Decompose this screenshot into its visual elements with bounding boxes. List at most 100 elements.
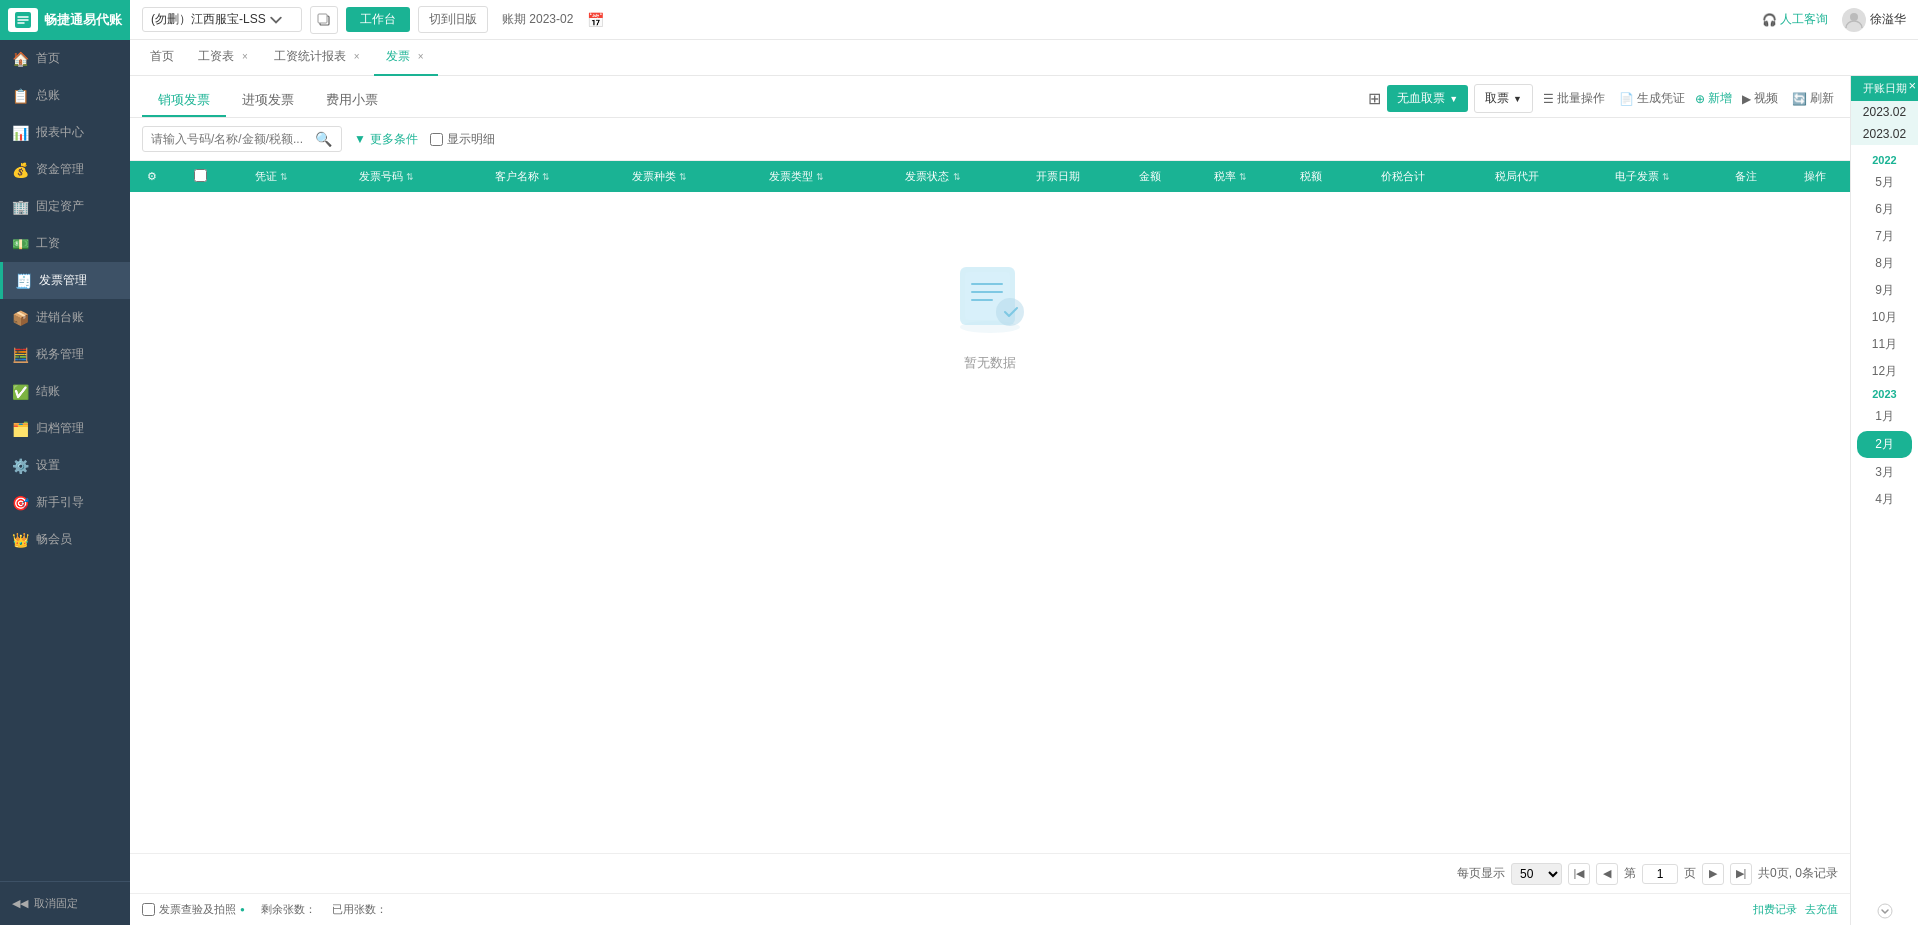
select-all-checkbox[interactable]	[194, 169, 207, 182]
app-logo: 畅捷通易代账	[0, 0, 130, 40]
display-detail-checkbox[interactable]: 显示明细	[430, 131, 495, 148]
sidebar-item-invoice[interactable]: 🧾 发票管理	[0, 262, 130, 299]
workbench-button[interactable]: 工作台	[346, 7, 410, 32]
search-icon[interactable]: 🔍	[315, 131, 332, 147]
video-button[interactable]: ▶ 视频	[1738, 90, 1782, 107]
col-customer[interactable]: 客户名称 ⇅	[454, 161, 591, 192]
subtab-sales-invoice[interactable]: 销项发票	[142, 85, 226, 117]
user-info[interactable]: 徐溢华	[1842, 8, 1906, 32]
tab-close-salary-report[interactable]: ×	[352, 51, 362, 62]
month-2023-2[interactable]: 2月	[1857, 431, 1912, 458]
sidebar-item-reports[interactable]: 📊 报表中心	[0, 114, 130, 151]
sidebar-item-funds[interactable]: 💰 资金管理	[0, 151, 130, 188]
sidebar-item-guide[interactable]: 🎯 新手引导	[0, 484, 130, 521]
last-page-button[interactable]: ▶|	[1730, 863, 1752, 885]
subtab-purchase-invoice[interactable]: 进项发票	[226, 85, 310, 117]
month-2023-4[interactable]: 4月	[1851, 486, 1918, 513]
next-page-button[interactable]: ▶	[1702, 863, 1724, 885]
month-2023-3[interactable]: 3月	[1851, 459, 1918, 486]
col-voucher[interactable]: 凭证 ⇅	[226, 161, 318, 192]
col-issue-date[interactable]: 开票日期	[1001, 161, 1115, 192]
month-2022-12[interactable]: 12月	[1851, 358, 1918, 385]
tab-close-invoice[interactable]: ×	[416, 51, 426, 62]
sidebar-item-salary[interactable]: 💵 工资	[0, 225, 130, 262]
col-tax-rate[interactable]: 税率 ⇅	[1185, 161, 1277, 192]
col-invoice-category[interactable]: 发票类型 ⇅	[728, 161, 865, 192]
sales-icon: 📦	[12, 310, 28, 326]
tab-salary-report[interactable]: 工资统计报表 ×	[262, 40, 374, 76]
month-2022-7[interactable]: 7月	[1851, 223, 1918, 250]
sidebar-item-sales[interactable]: 📦 进销台账	[0, 299, 130, 336]
scroll-down-icon[interactable]	[1851, 897, 1918, 925]
col-tax-bureau[interactable]: 税局代开	[1460, 161, 1574, 192]
sidebar-bottom: ◀◀ 取消固定	[0, 881, 130, 925]
month-2023-1[interactable]: 1月	[1851, 403, 1918, 430]
sidebar-item-archive[interactable]: 🗂️ 归档管理	[0, 410, 130, 447]
sidebar-collapse[interactable]: ◀◀ 取消固定	[8, 890, 122, 917]
switch-version-button[interactable]: 切到旧版	[418, 6, 488, 33]
verify-label-wrapper[interactable]: 发票查验及拍照 ●	[142, 902, 245, 917]
col-e-invoice[interactable]: 电子发票 ⇅	[1574, 161, 1711, 192]
refresh-button[interactable]: 🔄 刷新	[1788, 90, 1838, 107]
sidebar-item-ledger[interactable]: 📋 总账	[0, 77, 130, 114]
sidebar-item-home[interactable]: 🏠 首页	[0, 40, 130, 77]
search-input[interactable]	[151, 132, 311, 146]
col-invoice-status[interactable]: 发票状态 ⇅	[865, 161, 1002, 192]
first-page-button[interactable]: |◀	[1568, 863, 1590, 885]
tab-invoice[interactable]: 发票 ×	[374, 40, 438, 76]
calendar-icon[interactable]: 📅	[581, 6, 609, 34]
col-invoice-type[interactable]: 发票种类 ⇅	[591, 161, 728, 192]
display-detail-check[interactable]	[430, 133, 443, 146]
sidebar-item-assets[interactable]: 🏢 固定资产	[0, 188, 130, 225]
no-ticket-button[interactable]: 无血取票 ▼	[1387, 85, 1468, 112]
date-item-2023-02-b[interactable]: 2023.02	[1851, 123, 1918, 145]
panel-close-button[interactable]: ×	[1908, 78, 1916, 93]
per-page-select[interactable]: 50 10 20 100	[1511, 863, 1562, 885]
prev-page-button[interactable]: ◀	[1596, 863, 1618, 885]
date-panel: 开账日期 2023.02 2023.02 × 2022 5月 6月 7月 8月 …	[1850, 76, 1918, 925]
month-2022-11[interactable]: 11月	[1851, 331, 1918, 358]
svg-point-7	[996, 298, 1024, 326]
filter-more-button[interactable]: ▼ 更多条件	[354, 131, 418, 148]
col-checkbox[interactable]	[175, 161, 226, 192]
month-2022-5[interactable]: 5月	[1851, 169, 1918, 196]
copy-icon[interactable]	[310, 6, 338, 34]
sidebar-item-settings[interactable]: ⚙️ 设置	[0, 447, 130, 484]
month-2022-8[interactable]: 8月	[1851, 250, 1918, 277]
col-settings[interactable]: ⚙	[130, 161, 175, 192]
generate-cert-button[interactable]: 📄 生成凭证	[1615, 90, 1689, 107]
record-link[interactable]: 扣费记录	[1753, 902, 1797, 917]
col-action[interactable]: 操作	[1781, 161, 1850, 192]
col-remark[interactable]: 备注	[1711, 161, 1780, 192]
sidebar-item-close-accounts[interactable]: ✅ 结账	[0, 373, 130, 410]
sidebar-item-label: 设置	[36, 457, 60, 474]
sidebar-item-tax[interactable]: 🧮 税务管理	[0, 336, 130, 373]
support-link[interactable]: 🎧 人工客询	[1762, 11, 1828, 28]
sort-icon: ⇅	[679, 172, 687, 182]
grid-toggle-icon[interactable]: ⊞	[1368, 89, 1381, 108]
col-amount[interactable]: 金额	[1116, 161, 1185, 192]
col-total[interactable]: 价税合计	[1346, 161, 1460, 192]
company-selector[interactable]: (勿删）江西服宝-LSS	[142, 7, 302, 32]
take-ticket-button[interactable]: 取票 ▼	[1474, 84, 1533, 113]
tab-close-salary[interactable]: ×	[240, 51, 250, 62]
page-input[interactable]	[1642, 864, 1678, 884]
batch-ops-button[interactable]: ☰ 批量操作	[1539, 90, 1609, 107]
sidebar-item-member[interactable]: 👑 畅会员	[0, 521, 130, 558]
tab-label: 首页	[150, 48, 174, 65]
tab-home[interactable]: 首页	[138, 40, 186, 76]
col-tax[interactable]: 税额	[1277, 161, 1346, 192]
month-2022-10[interactable]: 10月	[1851, 304, 1918, 331]
subtab-expense-receipt[interactable]: 费用小票	[310, 85, 394, 117]
date-item-2023-02-a[interactable]: 2023.02	[1851, 101, 1918, 123]
tabbar: 首页 工资表 × 工资统计报表 × 发票 ×	[130, 40, 1918, 76]
col-invoice-no[interactable]: 发票号码 ⇅	[318, 161, 455, 192]
verify-checkbox[interactable]	[142, 903, 155, 916]
recharge-link[interactable]: 去充值	[1805, 902, 1838, 917]
month-2022-6[interactable]: 6月	[1851, 196, 1918, 223]
tab-salary[interactable]: 工资表 ×	[186, 40, 262, 76]
month-2022-9[interactable]: 9月	[1851, 277, 1918, 304]
new-invoice-button[interactable]: ⊕ 新增	[1695, 90, 1732, 107]
search-box: 🔍	[142, 126, 342, 152]
refresh-icon: 🔄	[1792, 92, 1807, 106]
